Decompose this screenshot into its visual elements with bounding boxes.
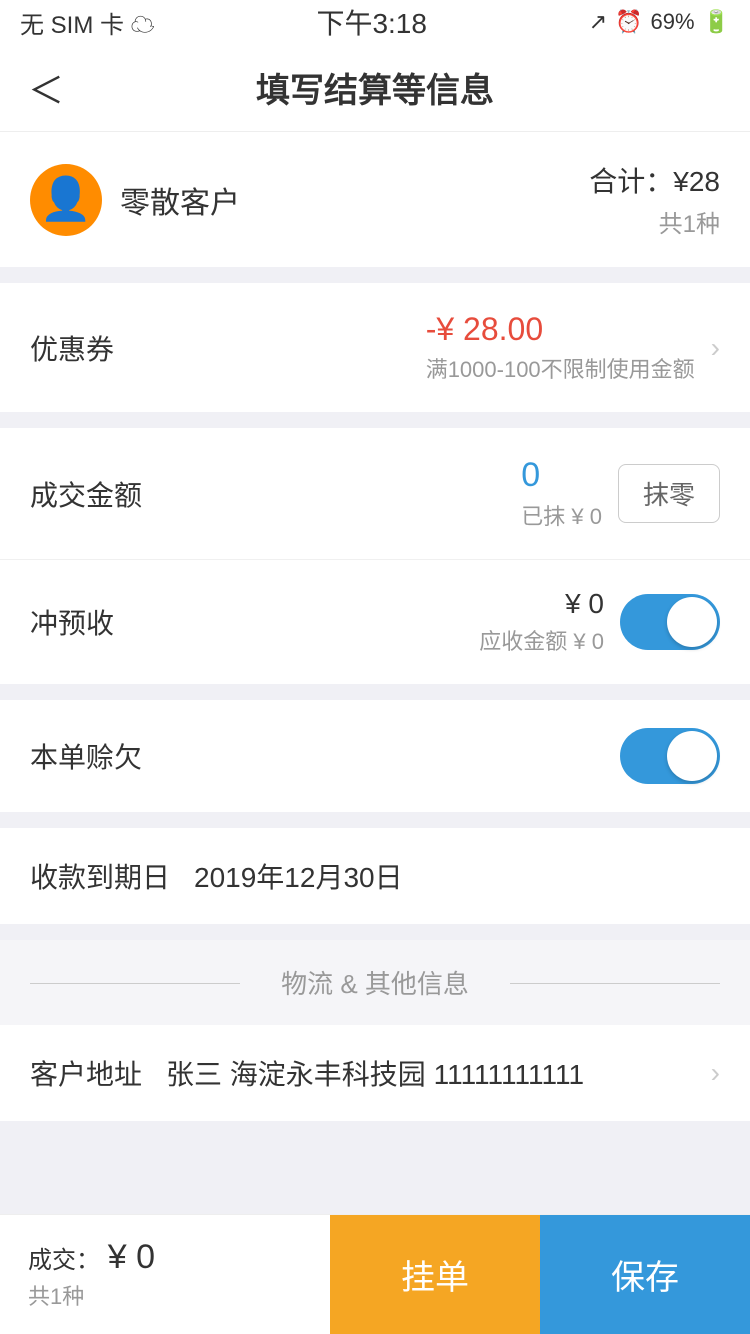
battery-icon: 🔋: [703, 9, 730, 35]
debit-section: 本单赊欠: [0, 700, 750, 812]
coupon-discount: -¥ 28.00: [426, 311, 695, 348]
transaction-label: 成交金额: [30, 474, 142, 514]
bottom-summary-count: 共1种: [28, 1279, 302, 1311]
coupon-row[interactable]: 优惠券 -¥ 28.00 满1000-100不限制使用金额 ›: [0, 283, 750, 412]
due-date-value[interactable]: 2019年12月30日: [194, 856, 403, 896]
alarm-icon: ⏰: [615, 9, 642, 35]
avatar: 👤: [30, 164, 102, 236]
status-bar-right: ↗ ⏰ 69% 🔋: [589, 9, 730, 35]
transaction-value[interactable]: 0: [521, 456, 602, 495]
prepayment-row: 冲预收 ¥ 0 应收金额 ¥ 0: [0, 560, 750, 684]
page-title: 填写结算等信息: [256, 63, 494, 112]
battery-text: 69%: [651, 9, 695, 35]
prepayment-right: ¥ 0 应收金额 ¥ 0: [479, 588, 720, 656]
toggle-knob: [667, 597, 717, 647]
coupon-sub: 满1000-100不限制使用金额: [426, 352, 695, 384]
transaction-section: 成交金额 0 已抹 ¥ 0 抹零 冲预收 ¥ 0 应收金额 ¥ 0: [0, 428, 750, 684]
round-button[interactable]: 抹零: [618, 464, 720, 523]
bottom-summary-amount: ¥ 0: [108, 1238, 155, 1276]
debit-toggle-knob: [667, 731, 717, 781]
customer-right: 合计：¥28 共1种: [589, 160, 720, 239]
prepayment-sub: 应收金额 ¥ 0: [479, 624, 604, 656]
customer-name: 零散客户: [120, 178, 240, 222]
hang-button[interactable]: 挂单: [330, 1215, 540, 1334]
status-bar: 无 SIM 卡 ☁ 下午3:18 ↗ ⏰ 69% 🔋: [0, 0, 750, 44]
status-bar-time: 下午3:18: [316, 2, 427, 42]
total-count: 共1种: [589, 204, 720, 239]
coupon-right: -¥ 28.00 满1000-100不限制使用金额 ›: [426, 311, 720, 384]
prepayment-label: 冲预收: [30, 602, 114, 642]
address-value: 张三 海淀永丰科技园 11111111111: [166, 1053, 711, 1093]
customer-section: 👤 零散客户 合计：¥28 共1种: [0, 132, 750, 267]
debit-label: 本单赊欠: [30, 736, 142, 776]
due-date-row: 收款到期日 2019年12月30日: [30, 856, 720, 896]
logistics-divider: 物流 & 其他信息: [0, 940, 750, 1025]
due-date-section: 收款到期日 2019年12月30日: [0, 828, 750, 924]
status-bar-left: 无 SIM 卡 ☁: [20, 5, 155, 40]
main-content: 👤 零散客户 合计：¥28 共1种 优惠券 -¥ 28.00 满1000-100…: [0, 132, 750, 1267]
customer-left: 👤 零散客户: [30, 164, 240, 236]
transaction-sub: 已抹 ¥ 0: [521, 499, 602, 531]
transaction-row: 成交金额 0 已抹 ¥ 0 抹零: [0, 428, 750, 560]
signal-text: 无 SIM 卡 ☁: [20, 5, 155, 40]
bottom-summary-label: 成交：: [28, 1247, 100, 1274]
bottom-bar: 成交： ¥ 0 共1种 挂单 保存: [0, 1214, 750, 1334]
coupon-section[interactable]: 优惠券 -¥ 28.00 满1000-100不限制使用金额 ›: [0, 283, 750, 412]
debit-toggle[interactable]: [620, 728, 720, 784]
divider-text: 物流 & 其他信息: [281, 969, 469, 999]
back-button[interactable]: ＜: [28, 62, 64, 114]
address-chevron-icon: ›: [711, 1057, 720, 1089]
due-date-label: 收款到期日: [30, 856, 170, 896]
prepayment-toggle[interactable]: [620, 594, 720, 650]
avatar-icon: 👤: [40, 175, 92, 224]
transaction-right: 0 已抹 ¥ 0 抹零: [521, 456, 720, 531]
coupon-chevron-icon: ›: [711, 332, 720, 364]
bottom-summary-row: 成交： ¥ 0: [28, 1238, 302, 1277]
address-section[interactable]: 客户地址 张三 海淀永丰科技园 11111111111 ›: [0, 1025, 750, 1121]
nav-bar: ＜ 填写结算等信息: [0, 44, 750, 132]
bottom-summary: 成交： ¥ 0 共1种: [0, 1238, 330, 1311]
location-icon: ↗: [589, 9, 607, 35]
coupon-label: 优惠券: [30, 328, 114, 368]
address-label: 客户地址: [30, 1053, 142, 1093]
save-button[interactable]: 保存: [540, 1215, 750, 1334]
prepayment-value: ¥ 0: [479, 588, 604, 620]
total-amount: 合计：¥28: [589, 160, 720, 200]
